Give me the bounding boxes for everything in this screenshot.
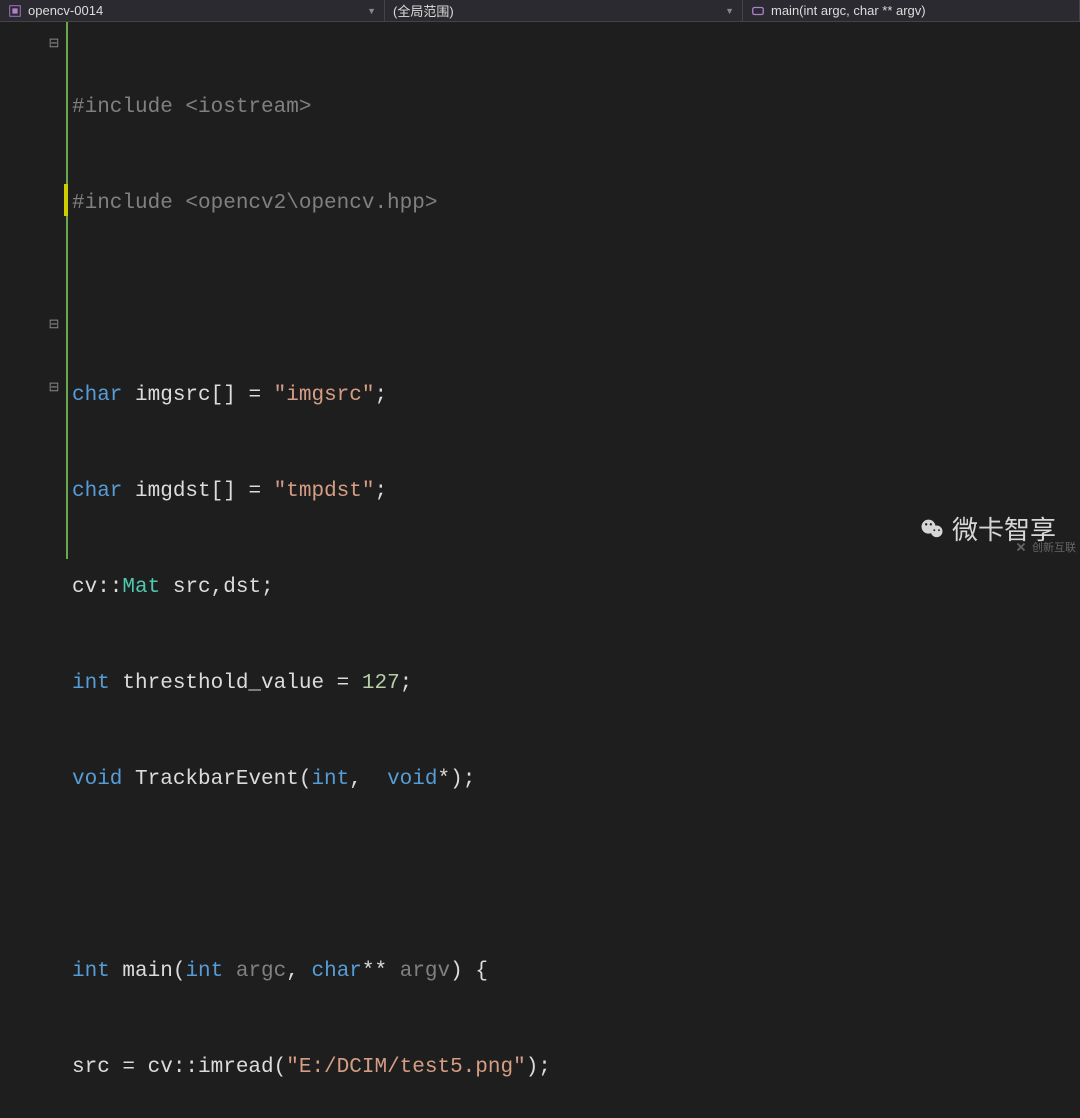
gutter: ⊟ ⊟ ⊟ — [0, 22, 68, 559]
code-line: void TrackbarEvent(int, void*); — [68, 764, 1080, 796]
function-dropdown[interactable]: main(int argc, char ** argv) — [743, 0, 1080, 21]
code-line: src = cv::imread("E:/DCIM/test5.png"); — [68, 1052, 1080, 1084]
wechat-icon — [918, 515, 946, 543]
code-line: cv::Mat src,dst; — [68, 572, 1080, 604]
project-icon — [8, 4, 22, 18]
watermark-secondary: 创新互联 — [1014, 539, 1076, 555]
code-editor[interactable]: ⊟ ⊟ ⊟ #include <iostream> #include <open… — [0, 22, 1080, 559]
project-name: opencv-0014 — [28, 3, 103, 18]
chevron-down-icon: ▼ — [725, 6, 734, 16]
navigation-bar: opencv-0014 ▼ (全局范围) ▼ main(int argc, ch… — [0, 0, 1080, 22]
code-line: #include <iostream> — [68, 92, 1080, 124]
code-line: char imgsrc[] = "imgsrc"; — [68, 380, 1080, 412]
chevron-down-icon: ▼ — [367, 6, 376, 16]
project-dropdown[interactable]: opencv-0014 ▼ — [0, 0, 385, 21]
scope-dropdown[interactable]: (全局范围) ▼ — [385, 0, 743, 21]
code-line: int main(int argc, char** argv) { — [68, 956, 1080, 988]
code-line — [68, 860, 1080, 892]
code-line: #include <opencv2\opencv.hpp> — [68, 188, 1080, 220]
function-name: main(int argc, char ** argv) — [771, 3, 926, 18]
fold-toggle[interactable]: ⊟ — [48, 317, 60, 332]
fold-toggle[interactable]: ⊟ — [48, 36, 60, 51]
method-icon — [751, 4, 765, 18]
watermark-sub-text: 创新互联 — [1032, 539, 1076, 555]
fold-toggle[interactable]: ⊟ — [48, 380, 60, 395]
code-line: int thresthold_value = 127; — [68, 668, 1080, 700]
code-line — [68, 284, 1080, 316]
code-area[interactable]: #include <iostream> #include <opencv2\op… — [68, 22, 1080, 559]
logo-icon — [1014, 540, 1028, 554]
code-line: char imgdst[] = "tmpdst"; — [68, 476, 1080, 508]
scope-label: (全局范围) — [393, 1, 454, 20]
